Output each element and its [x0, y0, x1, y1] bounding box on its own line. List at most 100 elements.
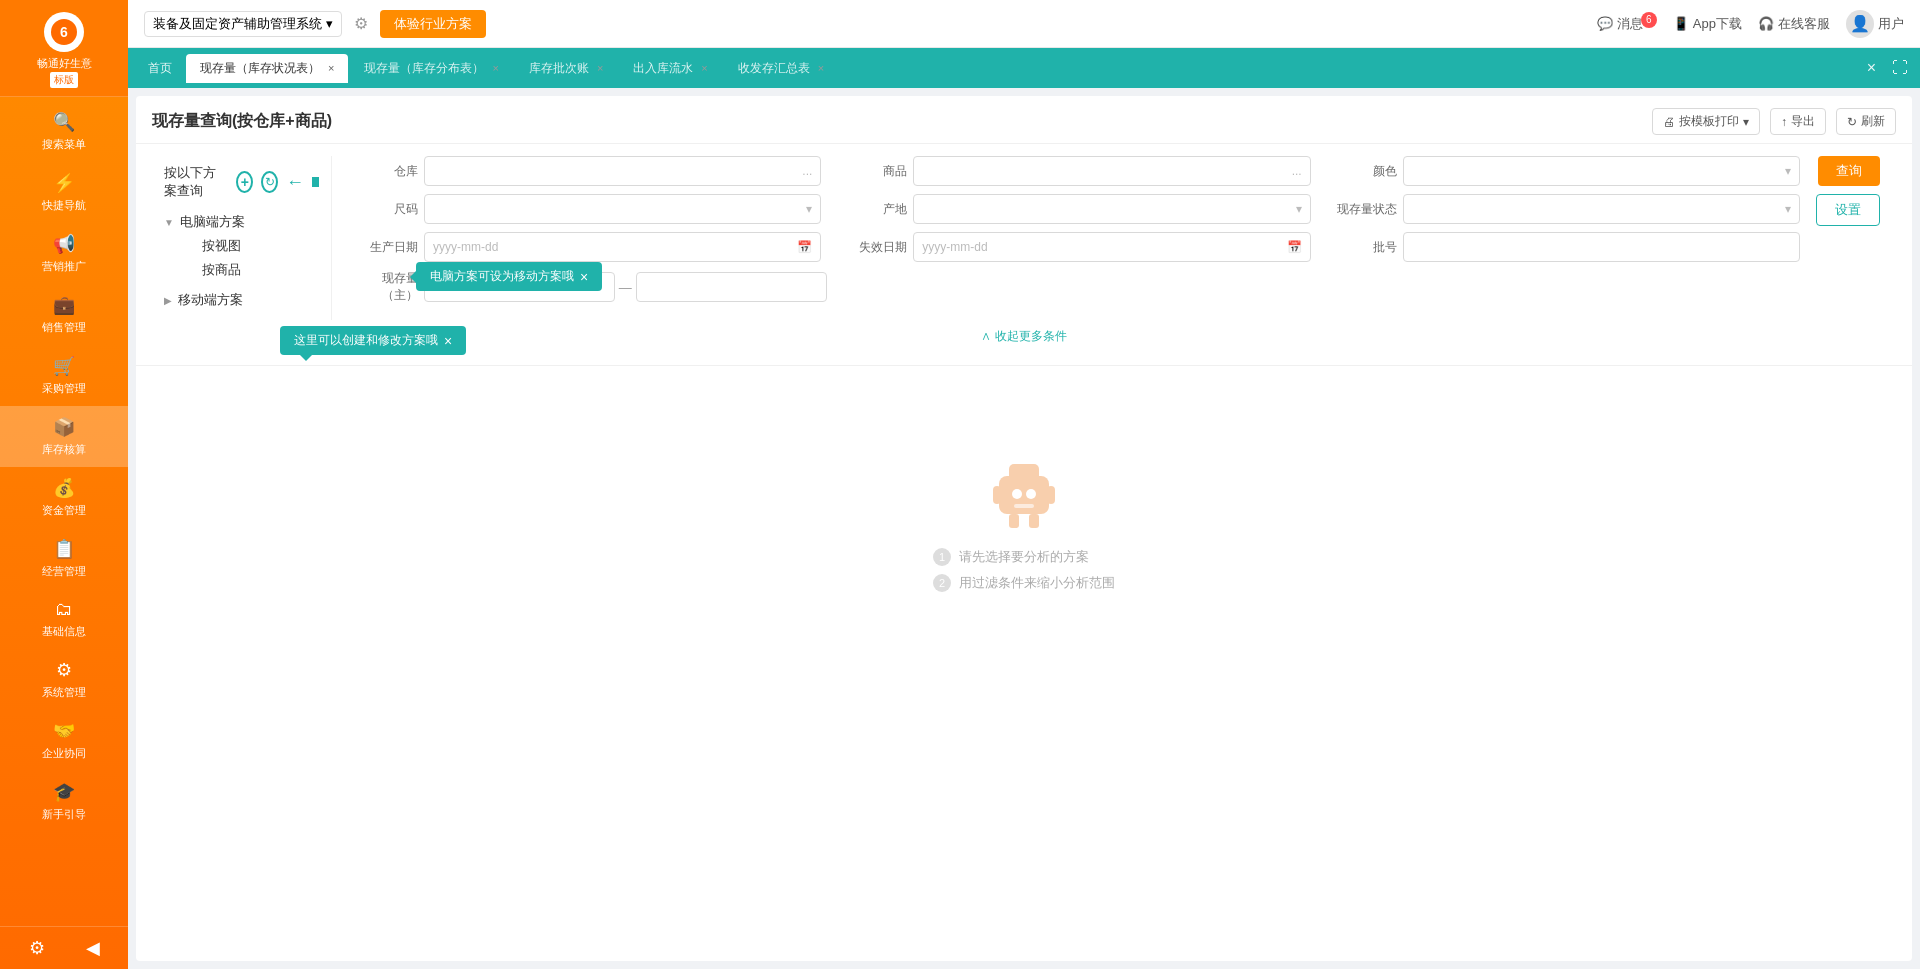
svg-rect-8 [1047, 486, 1055, 504]
tab-inout-flow-close[interactable]: × [701, 62, 707, 74]
sidebar-item-enterprise[interactable]: 🤝 企业协同 [0, 710, 128, 771]
sidebar-item-system-label: 系统管理 [42, 685, 86, 700]
collapse-label: 收起更多条件 [995, 329, 1067, 343]
inventory-icon: 📦 [53, 416, 75, 438]
expire-date-field[interactable]: yyyy-mm-dd 📅 [913, 232, 1310, 262]
tab-inventory-status[interactable]: 现存量（库存状况表） × [186, 54, 348, 83]
finance-icon: 💰 [53, 477, 75, 499]
size-field[interactable]: ▾ [424, 194, 821, 224]
tab-inventory-dist[interactable]: 现存量（库存分布表） × [350, 54, 512, 83]
expire-date-placeholder: yyyy-mm-dd [922, 240, 987, 254]
sidebar-item-system[interactable]: ⚙ 系统管理 [0, 649, 128, 710]
tab-inventory-status-close[interactable]: × [328, 62, 334, 74]
scheme-mobile-item[interactable]: ▶ 移动端方案 [164, 288, 319, 312]
user-btn[interactable]: 👤 用户 [1846, 10, 1904, 38]
user-label: 用户 [1878, 15, 1904, 33]
sidebar-item-purchase-label: 采购管理 [42, 381, 86, 396]
query-btn[interactable]: 查询 [1818, 156, 1880, 186]
message-badge: 6 [1641, 12, 1657, 28]
trial-btn[interactable]: 体验行业方案 [380, 10, 486, 38]
prod-date-calendar-icon[interactable]: 📅 [797, 240, 812, 254]
query-btn-group: 查询 设置 [1816, 156, 1896, 320]
sidebar-collapse-btn[interactable]: ◀ [86, 937, 100, 959]
page-actions: 🖨 按模板打印 ▾ ↑ 导出 ↻ 刷新 [1652, 108, 1896, 135]
stock-max-field[interactable] [636, 272, 827, 302]
sidebar-item-marketing[interactable]: 📢 营销推广 [0, 223, 128, 284]
svg-rect-9 [1009, 514, 1019, 528]
sidebar-item-marketing-label: 营销推广 [42, 259, 86, 274]
warehouse-label: 仓库 [348, 163, 418, 180]
arrow-scheme-btn[interactable]: ← [286, 172, 304, 193]
refresh-btn[interactable]: ↻ 刷新 [1836, 108, 1896, 135]
scheme-by-product[interactable]: 按商品 [184, 258, 319, 282]
topbar-left: 装备及固定资产辅助管理系统 ▾ ⚙ 体验行业方案 [144, 10, 486, 38]
tab-inventory-dist-close[interactable]: × [492, 62, 498, 74]
tab-home[interactable]: 首页 [136, 54, 184, 83]
sidebar-item-operations[interactable]: 📋 经营管理 [0, 528, 128, 589]
system-icon: ⚙ [56, 659, 72, 681]
color-chevron: ▾ [1785, 164, 1791, 178]
print-btn[interactable]: 🖨 按模板打印 ▾ [1652, 108, 1760, 135]
create-tooltip-close[interactable]: × [444, 333, 452, 349]
scheme-pc-item[interactable]: ▼ 电脑端方案 [164, 210, 319, 234]
filter-size-cell: 尺码 ▾ [348, 194, 821, 224]
sidebar-item-basic-info-label: 基础信息 [42, 624, 86, 639]
sidebar-item-quicknav[interactable]: ⚡ 快捷导航 [0, 162, 128, 223]
prod-date-placeholder: yyyy-mm-dd [433, 240, 498, 254]
tab-inout-flow[interactable]: 出入库流水 × [619, 54, 721, 83]
sidebar-item-search[interactable]: 🔍 搜索菜单 [0, 101, 128, 162]
filter-stock-status-cell: 现存量状态 ▾ [1327, 194, 1800, 224]
message-label: 消息 [1617, 15, 1643, 33]
sidebar-item-inventory-label: 库存核算 [42, 442, 86, 457]
settings-btn[interactable]: ⚙ [354, 14, 368, 33]
system-selector[interactable]: 装备及固定资产辅助管理系统 ▾ [144, 11, 342, 37]
size-chevron: ▾ [806, 202, 812, 216]
tab-batch-account-close[interactable]: × [597, 62, 603, 74]
scheme-tooltip-close[interactable]: × [580, 269, 588, 285]
app-version-tag: 标版 [50, 72, 78, 88]
warehouse-field[interactable]: ... [424, 156, 821, 186]
scheme-by-view[interactable]: 按视图 [184, 234, 319, 258]
empty-steps: 1 请先选择要分析的方案 2 用过滤条件来缩小分析范围 [933, 548, 1115, 592]
app-download-btn[interactable]: 📱 App下载 [1673, 15, 1742, 33]
sidebar-item-inventory[interactable]: 📦 库存核算 [0, 406, 128, 467]
origin-field[interactable]: ▾ [913, 194, 1310, 224]
prod-date-field[interactable]: yyyy-mm-dd 📅 [424, 232, 821, 262]
expire-date-calendar-icon[interactable]: 📅 [1287, 240, 1302, 254]
sidebar-settings-btn[interactable]: ⚙ [29, 937, 45, 959]
tab-summary-label: 收发存汇总表 [738, 60, 810, 77]
product-field[interactable]: ... [913, 156, 1310, 186]
scheme-by-product-label: 按商品 [202, 261, 241, 279]
batch-field[interactable] [1403, 232, 1800, 262]
stock-status-field[interactable]: ▾ [1403, 194, 1800, 224]
tab-summary-close[interactable]: × [818, 62, 824, 74]
sidebar-item-sales[interactable]: 💼 销售管理 [0, 284, 128, 345]
tabbar-expand-btn[interactable]: ⛶ [1888, 55, 1912, 81]
set-btn[interactable]: 设置 [1816, 194, 1880, 226]
sidebar-logo: 6 畅通好生意 标版 [0, 0, 128, 97]
scheme-by-view-label: 按视图 [202, 237, 241, 255]
export-btn[interactable]: ↑ 导出 [1770, 108, 1826, 135]
sidebar-item-sales-label: 销售管理 [42, 320, 86, 335]
svg-rect-10 [1029, 514, 1039, 528]
app-logo-icon: 6 [44, 12, 84, 52]
message-btn[interactable]: 💬 消息 6 [1597, 15, 1657, 33]
tab-inout-flow-label: 出入库流水 [633, 60, 693, 77]
topbar-right: 💬 消息 6 📱 App下载 🎧 在线客服 👤 用户 [1597, 10, 1904, 38]
tab-summary[interactable]: 收发存汇总表 × [724, 54, 838, 83]
color-field[interactable]: ▾ [1403, 156, 1800, 186]
sidebar-item-finance[interactable]: 💰 资金管理 [0, 467, 128, 528]
sidebar-item-purchase[interactable]: 🛒 采购管理 [0, 345, 128, 406]
sidebar-item-basic-info[interactable]: 🗂 基础信息 [0, 589, 128, 649]
tab-batch-account[interactable]: 库存批次账 × [515, 54, 617, 83]
filter-area: 按以下方案查询 + ↻ ← ▼ 电脑端方案 [136, 144, 1912, 366]
print-label: 按模板打印 [1679, 113, 1739, 130]
online-support-btn[interactable]: 🎧 在线客服 [1758, 15, 1830, 33]
app-download-label: App下载 [1693, 15, 1742, 33]
tabbar-close-all-btn[interactable]: × [1863, 55, 1880, 81]
add-scheme-btn[interactable]: + [236, 171, 253, 193]
sidebar-item-guide[interactable]: 🎓 新手引导 [0, 771, 128, 832]
filter-prod-date-cell: 生产日期 yyyy-mm-dd 📅 [348, 232, 821, 262]
refresh-scheme-btn[interactable]: ↻ [261, 171, 278, 193]
page-title: 现存量查询(按仓库+商品) [152, 111, 332, 132]
